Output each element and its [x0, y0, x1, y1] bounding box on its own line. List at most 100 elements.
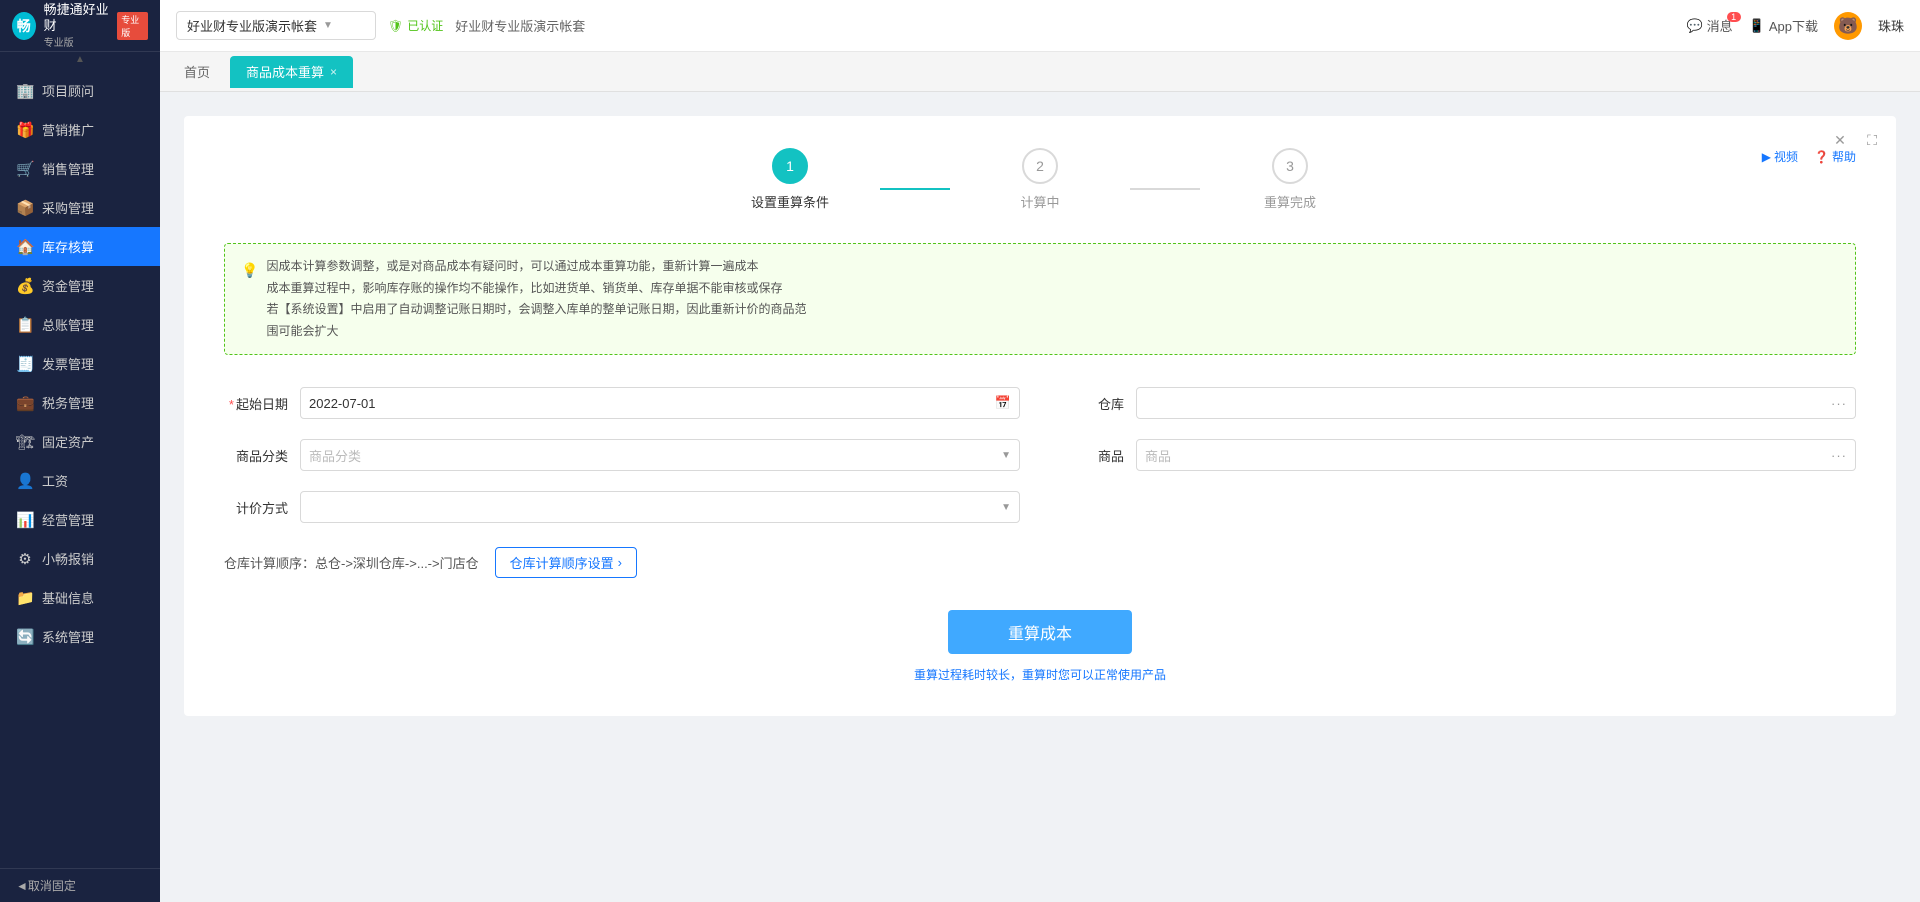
sidebar-item-expense[interactable]: ⚙ 小畅报销: [0, 539, 160, 578]
start-date-input[interactable]: 2022-07-01 📅: [300, 387, 1020, 419]
warehouse-input[interactable]: ···: [1136, 387, 1856, 419]
warehouse-order-arrow-icon: ›: [618, 555, 622, 570]
app-download-button[interactable]: 📱 App下载: [1749, 16, 1818, 35]
logo-icon: 畅: [12, 12, 36, 40]
recalc-section: 重算成本 重算过程耗时较长，重算时您可以正常使用产品: [224, 610, 1856, 683]
content-panel: ✕ ⛶ ▶ 视频 ❓ 帮助: [184, 116, 1896, 716]
tab-product-cost-recalc[interactable]: 商品成本重算 ×: [230, 56, 353, 88]
sidebar-item-operations[interactable]: 📊 经营管理: [0, 500, 160, 539]
payroll-icon: 👤: [16, 472, 34, 490]
content-top-links: ▶ 视频 ❓ 帮助: [1762, 148, 1856, 165]
pricing-row: 计价方式 ▼: [224, 491, 1020, 523]
help-label: 帮助: [1832, 148, 1856, 165]
tabs-bar: 首页 商品成本重算 ×: [160, 52, 1920, 92]
tab-home[interactable]: 首页: [168, 56, 226, 88]
sidebar-item-basic[interactable]: 📁 基础信息: [0, 578, 160, 617]
bulb-icon: 💡: [241, 258, 258, 342]
verified-badge: 🛡 已认证: [388, 17, 443, 34]
category-row: 商品分类 商品分类 ▼: [224, 439, 1020, 471]
warehouse-row: 仓库 ···: [1060, 387, 1856, 419]
video-link[interactable]: ▶ 视频: [1762, 148, 1798, 165]
pricing-chevron-down-icon: ▼: [1001, 502, 1011, 513]
sidebar-item-assets[interactable]: 🏗 固定资产: [0, 422, 160, 461]
close-tab-icon[interactable]: ×: [330, 65, 337, 79]
assets-icon: 🏗: [16, 433, 34, 451]
sidebar-label-sales: 销售管理: [42, 159, 94, 178]
start-date-label: *起始日期: [224, 394, 288, 413]
avatar-emoji: 🐻: [1838, 16, 1858, 36]
info-line-3: 若【系统设置】中启用了自动调整记账日期时，会调整入库单的整单记账日期，因此重新计…: [266, 299, 806, 321]
calendar-icon: 📅: [995, 395, 1011, 411]
expense-icon: ⚙: [16, 550, 34, 568]
sidebar-item-sales[interactable]: 🛒 销售管理: [0, 149, 160, 188]
recalculate-button[interactable]: 重算成本: [948, 610, 1132, 654]
shield-icon: 🛡: [388, 19, 403, 33]
sidebar-item-invoice[interactable]: 🧾 发票管理: [0, 344, 160, 383]
warehouse-order-button-label: 仓库计算顺序设置: [510, 553, 614, 572]
step-2-label: 计算中: [1020, 192, 1059, 211]
sidebar-item-payroll[interactable]: 👤 工资: [0, 461, 160, 500]
warehouse-order-row: 仓库计算顺序：总仓->深圳仓库->...->门店仓 仓库计算顺序设置 ›: [224, 547, 1856, 578]
content-area: ✕ ⛶ ▶ 视频 ❓ 帮助: [160, 92, 1920, 902]
verified-label: 已认证: [407, 17, 443, 34]
product-more-icon: ···: [1831, 448, 1847, 463]
scroll-up-indicator[interactable]: ▲: [0, 52, 160, 67]
invoice-icon: 🧾: [16, 355, 34, 373]
pro-badge: 专业版: [117, 12, 148, 40]
unpin-sidebar-button[interactable]: ◄取消固定: [0, 868, 160, 902]
sidebar-item-marketing[interactable]: 🎁 营销推广: [0, 110, 160, 149]
username-label[interactable]: 珠珠: [1878, 16, 1904, 35]
pricing-label: 计价方式: [224, 498, 288, 517]
info-text: 因成本计算参数调整，或是对商品成本有疑问时，可以通过成本重算功能，重新计算一遍成…: [266, 256, 806, 342]
category-placeholder: 商品分类: [309, 446, 361, 465]
step-2-num: 2: [1036, 158, 1044, 174]
message-icon: 💬: [1686, 18, 1702, 34]
start-date-row: *起始日期 2022-07-01 📅: [224, 387, 1020, 419]
expand-panel-button[interactable]: ⛶: [1860, 128, 1884, 152]
warehouse-more-icon: ···: [1831, 396, 1847, 411]
message-button[interactable]: 💬 消息 1: [1686, 16, 1732, 35]
category-select[interactable]: 商品分类 ▼: [300, 439, 1020, 471]
sidebar-item-ledger[interactable]: 📋 总账管理: [0, 305, 160, 344]
product-placeholder: 商品: [1145, 446, 1171, 465]
home-tab-label: 首页: [184, 62, 210, 81]
category-chevron-down-icon: ▼: [1001, 450, 1011, 461]
info-box: 💡 因成本计算参数调整，或是对商品成本有疑问时，可以通过成本重算功能，重新计算一…: [224, 243, 1856, 355]
app-download-label: App下载: [1769, 16, 1818, 35]
phone-icon: 📱: [1749, 18, 1765, 34]
warehouse-order-setting-button[interactable]: 仓库计算顺序设置 ›: [495, 547, 637, 578]
message-badge: 1: [1727, 12, 1741, 22]
step-1-num: 1: [786, 158, 794, 174]
sidebar-item-project[interactable]: 🏢 项目顾问: [0, 71, 160, 110]
product-row: 商品 商品 ···: [1060, 439, 1856, 471]
steps-area: 1 设置重算条件 2 计算中: [224, 148, 1856, 211]
sidebar-label-project: 项目顾问: [42, 81, 94, 100]
step-1-label: 设置重算条件: [751, 192, 829, 211]
step-2: 2 计算中: [940, 148, 1140, 211]
company-name: 好业财专业版演示帐套: [455, 16, 585, 35]
sidebar-item-inventory[interactable]: 🏠 库存核算: [0, 227, 160, 266]
step-3-circle: 3: [1272, 148, 1308, 184]
tax-icon: 💼: [16, 394, 34, 412]
sidebar-item-tax[interactable]: 💼 税务管理: [0, 383, 160, 422]
step-1-circle: 1: [772, 148, 808, 184]
step-1: 1 设置重算条件: [690, 148, 890, 211]
step-2-circle: 2: [1022, 148, 1058, 184]
sidebar-item-system[interactable]: 🔄 系统管理: [0, 617, 160, 656]
pricing-select[interactable]: ▼: [300, 491, 1020, 523]
step-3: 3 重算完成: [1190, 148, 1390, 211]
form-grid: *起始日期 2022-07-01 📅 仓库 ···: [224, 387, 1856, 523]
account-name: 好业财专业版演示帐套: [187, 16, 317, 35]
question-icon: ❓: [1814, 150, 1829, 164]
play-icon: ▶: [1762, 150, 1771, 164]
product-input[interactable]: 商品 ···: [1136, 439, 1856, 471]
steps-row: 1 设置重算条件 2 计算中: [690, 148, 1390, 211]
marketing-icon: 🎁: [16, 121, 34, 139]
account-selector[interactable]: 好业财专业版演示帐套 ▼: [176, 11, 376, 40]
sidebar-item-purchase[interactable]: 📦 采购管理: [0, 188, 160, 227]
sidebar-label-inventory: 库存核算: [42, 237, 94, 256]
help-link[interactable]: ❓ 帮助: [1814, 148, 1856, 165]
user-avatar[interactable]: 🐻: [1834, 12, 1862, 40]
sidebar-item-finance[interactable]: 💰 资金管理: [0, 266, 160, 305]
topbar: 好业财专业版演示帐套 ▼ 🛡 已认证 好业财专业版演示帐套 💬 消息 1 📱 A…: [160, 0, 1920, 52]
